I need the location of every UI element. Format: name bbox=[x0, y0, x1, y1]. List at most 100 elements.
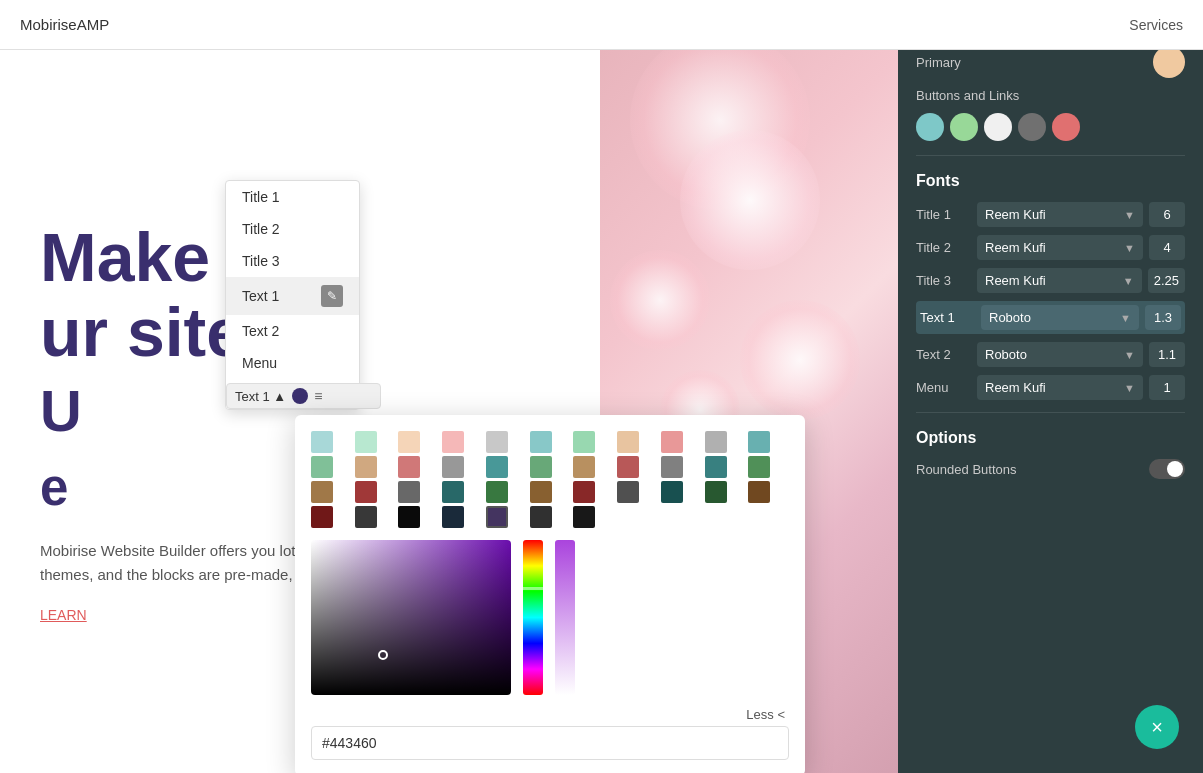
swatch[interactable] bbox=[573, 431, 595, 453]
swatch[interactable] bbox=[705, 481, 727, 503]
swatch[interactable] bbox=[486, 456, 508, 478]
font-size-text2[interactable]: 1.1 bbox=[1149, 342, 1185, 367]
font-select-title2[interactable]: Reem Kufi ▼ bbox=[977, 235, 1143, 260]
color-options bbox=[916, 113, 1185, 141]
swatch[interactable] bbox=[355, 456, 377, 478]
swatch[interactable] bbox=[573, 506, 595, 528]
color-swatches bbox=[311, 431, 789, 528]
learn-more-link[interactable]: LEARN bbox=[40, 607, 87, 623]
font-size-menu[interactable]: 1 bbox=[1149, 375, 1185, 400]
swatch[interactable] bbox=[442, 481, 464, 503]
swatch[interactable] bbox=[311, 431, 333, 453]
swatch[interactable] bbox=[748, 431, 770, 453]
swatch[interactable] bbox=[486, 481, 508, 503]
color-option-2[interactable] bbox=[950, 113, 978, 141]
swatch[interactable] bbox=[617, 431, 639, 453]
swatch[interactable] bbox=[311, 481, 333, 503]
dropdown-item-text2[interactable]: Text 2 bbox=[226, 315, 359, 347]
color-option-3[interactable] bbox=[984, 113, 1012, 141]
buttons-links-label: Buttons and Links bbox=[916, 88, 1019, 103]
swatch[interactable] bbox=[486, 431, 508, 453]
text-toolbar: Text 1 ▲ ≡ bbox=[226, 383, 381, 409]
swatch-selected[interactable] bbox=[486, 506, 508, 528]
font-size-title1[interactable]: 6 bbox=[1149, 202, 1185, 227]
font-row-menu: Menu Reem Kufi ▼ 1 bbox=[916, 375, 1185, 400]
color-option-1[interactable] bbox=[916, 113, 944, 141]
buttons-links-row: Buttons and Links bbox=[916, 88, 1185, 103]
swatch[interactable] bbox=[398, 456, 420, 478]
edit-icon[interactable]: ✎ bbox=[321, 285, 343, 307]
fonts-section: Fonts Title 1 Reem Kufi ▼ 6 Title 2 Reem… bbox=[916, 172, 1185, 400]
dropdown-item-menu[interactable]: Menu bbox=[226, 347, 359, 379]
hue-indicator bbox=[523, 587, 543, 590]
font-label-title1: Title 1 bbox=[916, 207, 971, 222]
swatch[interactable] bbox=[573, 456, 595, 478]
swatch[interactable] bbox=[617, 481, 639, 503]
swatch[interactable] bbox=[748, 481, 770, 503]
font-select-menu[interactable]: Reem Kufi ▼ bbox=[977, 375, 1143, 400]
rounded-buttons-toggle[interactable] bbox=[1149, 459, 1185, 479]
swatch[interactable] bbox=[530, 481, 552, 503]
primary-row: Primary bbox=[916, 46, 1185, 78]
color-picker-panel: Less < bbox=[295, 415, 805, 773]
font-row-title3: Title 3 Reem Kufi ▼ 2.25 bbox=[916, 268, 1185, 293]
divider2 bbox=[916, 412, 1185, 413]
swatch[interactable] bbox=[617, 456, 639, 478]
dropdown-item-title1[interactable]: Title 1 bbox=[226, 181, 359, 213]
dropdown-item-text1[interactable]: Text 1 ✎ bbox=[226, 277, 359, 315]
swatch[interactable] bbox=[398, 431, 420, 453]
less-button[interactable]: Less < bbox=[311, 707, 789, 722]
font-row-text1: Text 1 Roboto ▼ 1.3 bbox=[916, 301, 1185, 334]
swatch[interactable] bbox=[661, 481, 683, 503]
dropdown-item-title3[interactable]: Title 3 bbox=[226, 245, 359, 277]
font-label-text1: Text 1 bbox=[920, 310, 975, 325]
font-label-menu: Menu bbox=[916, 380, 971, 395]
nav-link-services[interactable]: Services bbox=[1129, 17, 1183, 33]
primary-color-circle[interactable] bbox=[1153, 46, 1185, 78]
swatch[interactable] bbox=[398, 506, 420, 528]
align-icon[interactable]: ≡ bbox=[314, 388, 322, 404]
font-row-text2: Text 2 Roboto ▼ 1.1 bbox=[916, 342, 1185, 367]
top-nav: MobiriseAMP Services bbox=[0, 0, 1203, 50]
swatch[interactable] bbox=[705, 456, 727, 478]
swatch[interactable] bbox=[530, 456, 552, 478]
color-option-4[interactable] bbox=[1018, 113, 1046, 141]
close-button[interactable]: × bbox=[1135, 705, 1179, 749]
font-size-title3[interactable]: 2.25 bbox=[1148, 268, 1185, 293]
text-toolbar-label: Text 1 ▲ bbox=[235, 389, 286, 404]
alpha-strip[interactable] bbox=[555, 540, 575, 695]
font-select-title3[interactable]: Reem Kufi ▼ bbox=[977, 268, 1142, 293]
swatch[interactable] bbox=[661, 456, 683, 478]
swatch[interactable] bbox=[442, 431, 464, 453]
color-option-5[interactable] bbox=[1052, 113, 1080, 141]
swatch[interactable] bbox=[661, 431, 683, 453]
font-select-text1[interactable]: Roboto ▼ bbox=[981, 305, 1139, 330]
swatch[interactable] bbox=[311, 506, 333, 528]
toggle-thumb bbox=[1167, 461, 1183, 477]
gradient-box[interactable] bbox=[311, 540, 511, 695]
nav-links: Services bbox=[1129, 17, 1183, 33]
swatch[interactable] bbox=[442, 506, 464, 528]
hue-strip[interactable] bbox=[523, 540, 543, 695]
font-label-title3: Title 3 bbox=[916, 273, 971, 288]
font-size-title2[interactable]: 4 bbox=[1149, 235, 1185, 260]
swatch[interactable] bbox=[573, 481, 595, 503]
swatch[interactable] bbox=[355, 431, 377, 453]
swatch[interactable] bbox=[530, 506, 552, 528]
fonts-section-title: Fonts bbox=[916, 172, 1185, 190]
hex-input[interactable] bbox=[311, 726, 789, 760]
swatch[interactable] bbox=[748, 456, 770, 478]
swatch[interactable] bbox=[530, 431, 552, 453]
swatch[interactable] bbox=[355, 481, 377, 503]
dropdown-item-title2[interactable]: Title 2 bbox=[226, 213, 359, 245]
swatch[interactable] bbox=[705, 431, 727, 453]
color-dot[interactable] bbox=[292, 388, 308, 404]
font-size-text1[interactable]: 1.3 bbox=[1145, 305, 1181, 330]
font-select-text2[interactable]: Roboto ▼ bbox=[977, 342, 1143, 367]
swatch[interactable] bbox=[442, 456, 464, 478]
nav-logo: MobiriseAMP bbox=[20, 16, 109, 33]
font-select-title1[interactable]: Reem Kufi ▼ bbox=[977, 202, 1143, 227]
swatch[interactable] bbox=[311, 456, 333, 478]
swatch[interactable] bbox=[398, 481, 420, 503]
swatch[interactable] bbox=[355, 506, 377, 528]
